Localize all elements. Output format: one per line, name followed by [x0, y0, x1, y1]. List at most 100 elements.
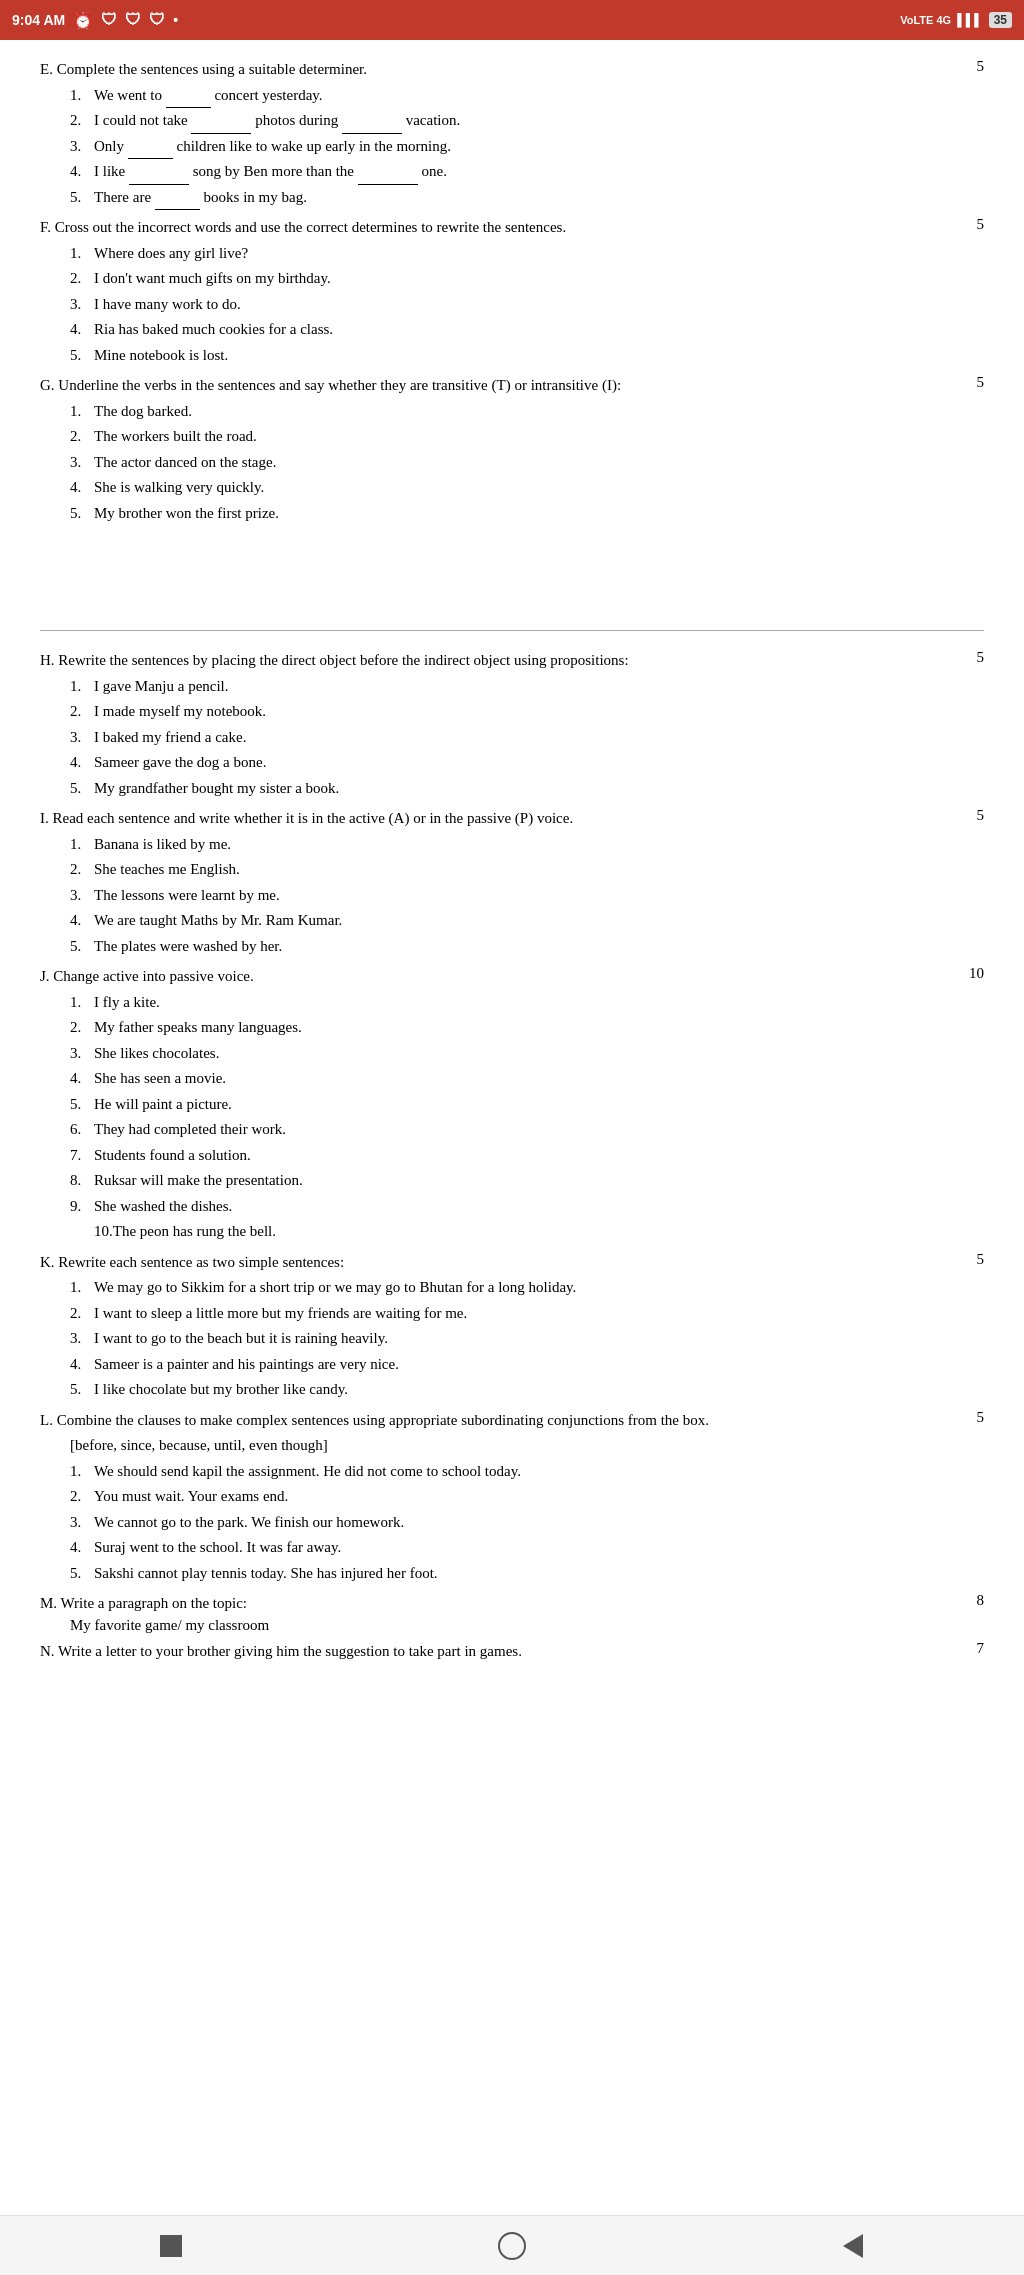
list-item: 4.We are taught Maths by Mr. Ram Kumar.	[70, 908, 984, 934]
section-i-header: I. Read each sentence and write whether …	[40, 807, 984, 830]
section-m-subtopic: My favorite game/ my classroom	[70, 1617, 984, 1634]
section-n-marks: 7	[977, 1640, 985, 1657]
list-item: 4. I like song by Ben more than the one.	[70, 159, 984, 185]
section-h-marks: 5	[977, 649, 985, 666]
list-item: 2.She teaches me English.	[70, 857, 984, 883]
list-item: 2.I don't want much gifts on my birthday…	[70, 266, 984, 292]
list-item: 3.I baked my friend a cake.	[70, 725, 984, 751]
content-area: E. Complete the sentences using a suitab…	[0, 40, 1024, 1798]
section-i-items: 1.Banana is liked by me. 2.She teaches m…	[70, 832, 984, 960]
section-g-header: G. Underline the verbs in the sentences …	[40, 374, 984, 397]
section-i: I. Read each sentence and write whether …	[40, 807, 984, 959]
section-l-marks: 5	[977, 1409, 985, 1426]
section-h-header: H. Rewrite the sentences by placing the …	[40, 649, 984, 672]
list-item: 7.Students found a solution.	[70, 1143, 984, 1169]
battery-level: 35	[989, 12, 1012, 28]
section-h-items: 1.I gave Manju a pencil. 2.I made myself…	[70, 674, 984, 802]
list-item: 1.I fly a kite.	[70, 990, 984, 1016]
section-e-label: E. Complete the sentences using a suitab…	[40, 58, 967, 81]
section-g: G. Underline the verbs in the sentences …	[40, 374, 984, 526]
time-display: 9:04 AM	[12, 12, 65, 28]
list-item: 2.My father speaks many languages.	[70, 1015, 984, 1041]
page-spacer	[40, 532, 984, 612]
alarm-icon: ⏰	[73, 11, 93, 30]
list-item: 5.My grandfather bought my sister a book…	[70, 776, 984, 802]
section-m-label: M. Write a paragraph on the topic:	[40, 1592, 967, 1615]
list-item: 1.The dog barked.	[70, 399, 984, 425]
list-item: 2.I want to sleep a little more but my f…	[70, 1301, 984, 1327]
list-item: 2.The workers built the road.	[70, 424, 984, 450]
nav-square-button[interactable]	[153, 2228, 189, 2264]
section-k-marks: 5	[977, 1251, 985, 1268]
list-item: 1.We should send kapil the assignment. H…	[70, 1459, 984, 1485]
section-m-sublabel: My favorite game/ my classroom	[70, 1617, 269, 1633]
list-item: 5.My brother won the first prize.	[70, 501, 984, 527]
section-g-label: G. Underline the verbs in the sentences …	[40, 374, 967, 397]
list-item: 2. I could not take photos during vacati…	[70, 108, 984, 134]
back-icon	[843, 2234, 863, 2258]
nav-back-button[interactable]	[835, 2228, 871, 2264]
section-l-header: L. Combine the clauses to make complex s…	[40, 1409, 984, 1432]
section-m-header: M. Write a paragraph on the topic: 8	[40, 1592, 984, 1615]
nav-home-button[interactable]	[494, 2228, 530, 2264]
list-item: 4.She is walking very quickly.	[70, 475, 984, 501]
section-j-label: J. Change active into passive voice.	[40, 965, 959, 988]
list-item: 3.The lessons were learnt by me.	[70, 883, 984, 909]
square-icon	[160, 2235, 182, 2257]
status-left: 9:04 AM ⏰ 🛡 🛡 🛡 •	[12, 11, 178, 30]
page-divider	[40, 630, 984, 631]
list-item: 10.The peon has rung the bell.	[70, 1219, 984, 1245]
list-item: 3. Only children like to wake up early i…	[70, 134, 984, 160]
signal-icon: ▌▌▌	[957, 13, 983, 27]
section-n-header: N. Write a letter to your brother giving…	[40, 1640, 984, 1663]
section-e-marks: 5	[977, 58, 985, 75]
status-right: VoLTE 4G ▌▌▌ 35	[900, 12, 1012, 28]
section-l: L. Combine the clauses to make complex s…	[40, 1409, 984, 1587]
section-j: J. Change active into passive voice. 10 …	[40, 965, 984, 1245]
section-n: N. Write a letter to your brother giving…	[40, 1640, 984, 1663]
section-j-items: 1.I fly a kite. 2.My father speaks many …	[70, 990, 984, 1245]
list-item: 3.She likes chocolates.	[70, 1041, 984, 1067]
section-i-label: I. Read each sentence and write whether …	[40, 807, 967, 830]
section-m: M. Write a paragraph on the topic: 8 My …	[40, 1592, 984, 1634]
list-item: 4.Ria has baked much cookies for a class…	[70, 317, 984, 343]
list-item: 5.I like chocolate but my brother like c…	[70, 1377, 984, 1403]
app-icon-1: 🛡	[101, 11, 117, 29]
section-e-items: 1. We went to concert yesterday. 2. I co…	[70, 83, 984, 211]
section-i-marks: 5	[977, 807, 985, 824]
list-item: 1.Banana is liked by me.	[70, 832, 984, 858]
list-item: 4.Sameer gave the dog a bone.	[70, 750, 984, 776]
list-item: 4.Sameer is a painter and his paintings …	[70, 1352, 984, 1378]
section-h-label: H. Rewrite the sentences by placing the …	[40, 649, 967, 672]
section-f-items: 1.Where does any girl live? 2.I don't wa…	[70, 241, 984, 369]
section-e: E. Complete the sentences using a suitab…	[40, 58, 984, 210]
section-j-marks: 10	[969, 965, 984, 982]
section-g-items: 1.The dog barked. 2.The workers built th…	[70, 399, 984, 527]
list-item: 8.Ruksar will make the presentation.	[70, 1168, 984, 1194]
list-item: 1. We went to concert yesterday.	[70, 83, 984, 109]
list-item: 5.He will paint a picture.	[70, 1092, 984, 1118]
section-e-header: E. Complete the sentences using a suitab…	[40, 58, 984, 81]
circle-icon	[498, 2232, 526, 2260]
section-h: H. Rewrite the sentences by placing the …	[40, 649, 984, 801]
list-item: 1.We may go to Sikkim for a short trip o…	[70, 1275, 984, 1301]
section-k-header: K. Rewrite each sentence as two simple s…	[40, 1251, 984, 1274]
section-k-items: 1.We may go to Sikkim for a short trip o…	[70, 1275, 984, 1403]
app-icon-3: 🛡	[149, 11, 165, 29]
section-f-label: F. Cross out the incorrect words and use…	[40, 216, 967, 239]
section-g-marks: 5	[977, 374, 985, 391]
list-item: 6.They had completed their work.	[70, 1117, 984, 1143]
list-item: 5.Mine notebook is lost.	[70, 343, 984, 369]
list-item: 5. There are books in my bag.	[70, 185, 984, 211]
status-bar: 9:04 AM ⏰ 🛡 🛡 🛡 • VoLTE 4G ▌▌▌ 35	[0, 0, 1024, 40]
section-l-label: L. Combine the clauses to make complex s…	[40, 1409, 967, 1432]
section-f-header: F. Cross out the incorrect words and use…	[40, 216, 984, 239]
section-n-label: N. Write a letter to your brother giving…	[40, 1640, 967, 1663]
section-f-marks: 5	[977, 216, 985, 233]
dot-indicator: •	[173, 12, 178, 28]
list-item: 5.The plates were washed by her.	[70, 934, 984, 960]
list-item: 3.The actor danced on the stage.	[70, 450, 984, 476]
list-item: 2.You must wait. Your exams end.	[70, 1484, 984, 1510]
list-item: 4.She has seen a movie.	[70, 1066, 984, 1092]
network-icon: VoLTE 4G	[900, 14, 951, 26]
